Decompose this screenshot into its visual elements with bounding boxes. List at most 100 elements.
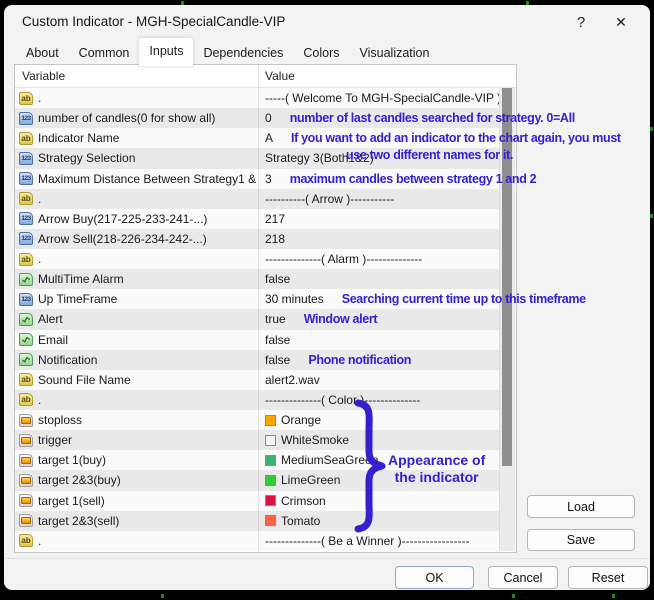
value-cell[interactable]: ----------( Arrow )----------- <box>258 192 394 206</box>
color-param-icon <box>19 413 33 427</box>
variable-cell: target 2&3(sell) <box>15 514 258 528</box>
ok-button[interactable]: OK <box>395 566 474 589</box>
value-cell[interactable]: false <box>258 272 290 286</box>
variable-name: Indicator Name <box>38 131 120 146</box>
tab-visualization[interactable]: Visualization <box>350 41 440 66</box>
color-swatch <box>265 474 276 486</box>
value-text: --------------( Alarm )-------------- <box>265 252 423 267</box>
ab-param-icon: ab <box>19 534 33 548</box>
bool-param-icon <box>19 312 33 326</box>
value-text: 3 <box>265 171 272 186</box>
value-cell[interactable]: 3 maximum candles between strategy 1 and … <box>258 171 537 186</box>
variable-cell: stoploss <box>15 413 258 427</box>
value-cell[interactable]: 217 <box>258 212 285 226</box>
variable-name: Up TimeFrame <box>38 292 118 307</box>
value-text: 0 <box>265 111 272 126</box>
bool-param-icon <box>19 333 33 347</box>
value-text: alert2.wav <box>265 372 320 387</box>
color-param-icon <box>19 433 33 447</box>
annotation-note: Phone notification <box>308 352 412 367</box>
ab-param-icon: ab <box>19 393 33 407</box>
value-cell[interactable]: 30 minutes Searching current time up to t… <box>258 292 586 306</box>
annotation-note: Searching current time up to this timefr… <box>341 292 586 307</box>
value-cell[interactable]: false <box>258 333 290 347</box>
value-cell[interactable]: false Phone notification <box>258 353 411 367</box>
value-cell[interactable]: --------------( Color )-------------- <box>258 393 420 407</box>
value-cell[interactable]: --------------( Be a Winner )-----------… <box>258 534 470 548</box>
color-param-icon <box>19 514 33 528</box>
value-cell[interactable]: Crimson <box>258 494 326 508</box>
variable-name: Alert <box>38 312 63 327</box>
variable-name: Notification <box>38 352 98 367</box>
value-text: Orange <box>281 413 322 428</box>
value-text: Tomato <box>281 513 321 528</box>
column-header-variable: Variable <box>22 69 66 83</box>
value-cell[interactable]: 0 number of last candles searched for str… <box>258 111 575 125</box>
tab-common[interactable]: Common <box>69 41 140 66</box>
color-swatch <box>265 434 276 446</box>
value-cell[interactable]: MediumSeaGreen <box>258 453 378 467</box>
save-button[interactable]: Save <box>527 529 635 551</box>
value-cell[interactable]: WhiteSmoke <box>258 433 349 447</box>
cancel-button[interactable]: Cancel <box>488 566 558 589</box>
tab-inputs[interactable]: Inputs <box>139 38 194 66</box>
variable-name: . <box>38 392 42 407</box>
color-swatch <box>265 495 276 507</box>
value-text: true <box>265 312 286 327</box>
annotation-note: If you want to add an indicator to the c… <box>291 131 621 146</box>
variable-name: target 2&3(sell) <box>38 513 120 528</box>
value-text: A <box>265 131 274 146</box>
variable-cell: trigger <box>15 433 258 447</box>
window-title: Custom Indicator - MGH-SpecialCandle-VIP <box>22 14 286 29</box>
reset-button[interactable]: Reset <box>568 566 648 589</box>
bool-param-icon <box>19 353 33 367</box>
123-param-icon: 123 <box>19 151 33 165</box>
value-cell[interactable]: Orange <box>258 413 321 427</box>
value-cell[interactable]: true Window alert <box>258 312 378 327</box>
value-text: --------------( Be a Winner )-----------… <box>265 533 470 548</box>
value-cell[interactable]: A If you want to add an indicator to the … <box>258 131 621 145</box>
value-cell[interactable]: --------------( Alarm )-------------- <box>258 252 422 266</box>
custom-indicator-dialog: Custom Indicator - MGH-SpecialCandle-VIP… <box>4 5 650 590</box>
variable-cell: target 2&3(buy) <box>15 473 258 487</box>
tab-bar: About Common Inputs Dependencies Colors Visua… <box>16 38 440 66</box>
123-param-icon: 123 <box>19 111 33 125</box>
footer-divider <box>4 558 650 559</box>
value-text: --------------( Color )-------------- <box>265 392 421 407</box>
variable-name: target 1(sell) <box>38 493 105 508</box>
variable-cell: target 1(buy) <box>15 453 258 467</box>
value-text: false <box>265 332 291 347</box>
variable-name: stoploss <box>38 413 83 428</box>
tab-about[interactable]: About <box>16 41 69 66</box>
variable-cell: ab Indicator Name <box>15 131 258 145</box>
load-button[interactable]: Load <box>527 495 635 518</box>
color-swatch <box>265 515 276 527</box>
help-icon[interactable]: ? <box>568 9 594 35</box>
value-text: 217 <box>265 211 286 226</box>
tab-dependencies[interactable]: Dependencies <box>193 41 293 66</box>
tab-colors[interactable]: Colors <box>293 41 349 66</box>
value-cell[interactable]: alert2.wav <box>258 373 320 387</box>
variable-name: Strategy Selection <box>38 151 136 166</box>
value-text: false <box>265 352 291 367</box>
value-cell[interactable]: LimeGreen <box>258 473 340 487</box>
value-cell[interactable]: 218 <box>258 232 285 246</box>
value-cell[interactable]: -----( Welcome To MGH-SpecialCandle-VIP … <box>258 91 511 105</box>
title-bar: Custom Indicator - MGH-SpecialCandle-VIP… <box>4 5 650 38</box>
column-divider <box>258 65 259 552</box>
variable-name: . <box>38 252 42 267</box>
variable-cell: Notification <box>15 353 258 367</box>
annotation-note: number of last candles searched for stra… <box>289 111 576 126</box>
variable-name: target 2&3(buy) <box>38 473 121 488</box>
variable-cell: Email <box>15 333 258 347</box>
close-icon[interactable]: ✕ <box>608 9 634 35</box>
variable-name: Maximum Distance Between Strategy1 & 2 <box>38 171 258 186</box>
123-param-icon: 123 <box>19 212 33 226</box>
variable-name: Arrow Buy(217-225-233-241-...) <box>38 211 208 226</box>
value-cell[interactable]: Tomato <box>258 514 320 528</box>
brace-label-line2: the indicator <box>394 469 479 485</box>
value-text: MediumSeaGreen <box>281 453 379 468</box>
annotation-note: maximum candles between strategy 1 and 2 <box>289 171 537 186</box>
variable-name: number of candles(0 for show all) <box>38 111 216 126</box>
color-param-icon <box>19 453 33 467</box>
